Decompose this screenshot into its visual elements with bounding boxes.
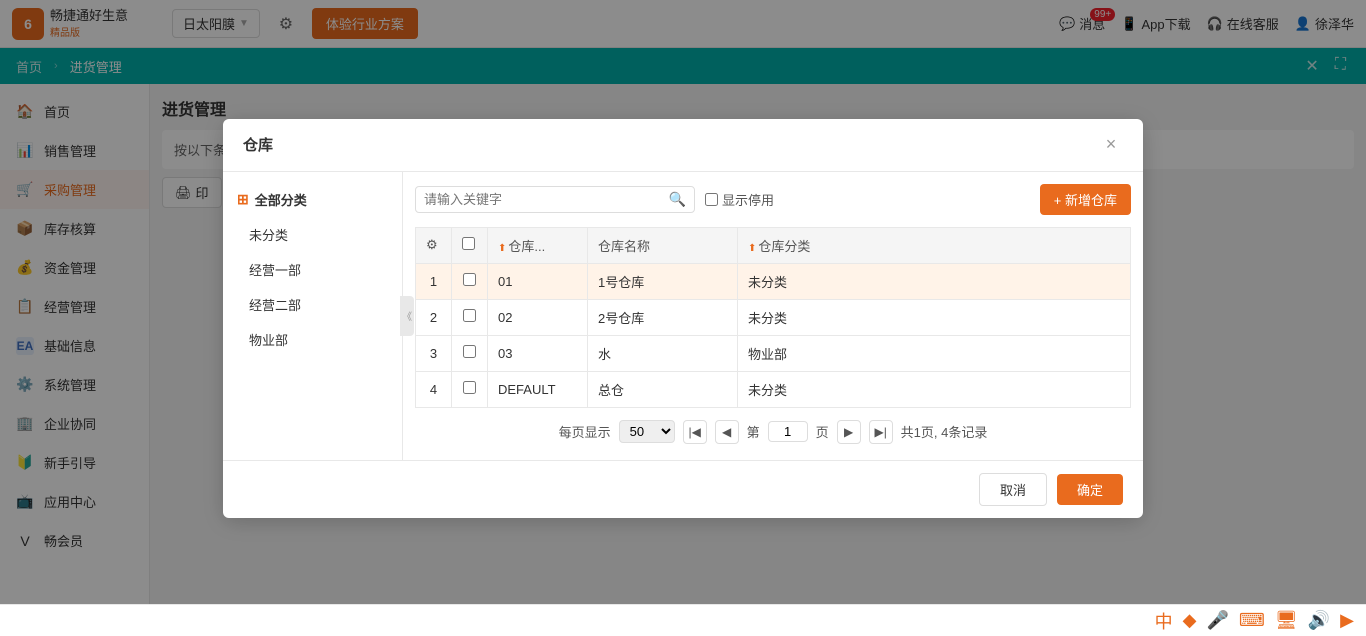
page-last-button[interactable]: ▶| bbox=[869, 420, 893, 444]
table-body: 1 01 1号仓库 未分类 2 02 2号仓库 bbox=[416, 263, 1131, 407]
sort-icon-cat: ⬆ bbox=[748, 243, 756, 254]
row-checkbox[interactable] bbox=[452, 335, 488, 371]
cancel-button[interactable]: 取消 bbox=[979, 473, 1047, 506]
pagination-bar: 每页显示 50 20 100 |◀ ◀ 第 页 ▶ ▶| 共1页, 4条记录 bbox=[415, 408, 1131, 448]
category-item-unclassified[interactable]: 未分类 bbox=[223, 217, 402, 252]
add-warehouse-button[interactable]: + 新增仓库 bbox=[1040, 184, 1131, 215]
row-category: 未分类 bbox=[738, 263, 1131, 299]
category-item-property[interactable]: 物业部 bbox=[223, 322, 402, 357]
row-code: DEFAULT bbox=[488, 371, 588, 407]
page-first-button[interactable]: |◀ bbox=[683, 420, 707, 444]
row-name: 1号仓库 bbox=[588, 263, 738, 299]
status-icon-volume[interactable]: 🔊 bbox=[1308, 610, 1330, 631]
page-unit: 页 bbox=[816, 422, 829, 441]
row-num: 3 bbox=[416, 335, 452, 371]
table-toolbar: 🔍 显示停用 + 新增仓库 bbox=[415, 184, 1131, 215]
category-header-label: 全部分类 bbox=[255, 190, 307, 209]
row-category: 物业部 bbox=[738, 335, 1131, 371]
dialog-close-button[interactable]: × bbox=[1099, 133, 1123, 157]
table-panel: 🔍 显示停用 + 新增仓库 ⚙ bbox=[403, 172, 1143, 460]
table-row[interactable]: 1 01 1号仓库 未分类 bbox=[416, 263, 1131, 299]
status-icon-keyboard[interactable]: ⌨ bbox=[1239, 610, 1265, 631]
row-name: 2号仓库 bbox=[588, 299, 738, 335]
category-collapse-button[interactable]: 《 bbox=[400, 296, 414, 336]
row-name: 总仓 bbox=[588, 371, 738, 407]
status-icon-diamond[interactable]: ◆ bbox=[1183, 610, 1197, 631]
page-next-button[interactable]: ▶ bbox=[837, 420, 861, 444]
select-all-checkbox[interactable] bbox=[462, 237, 475, 250]
row-category: 未分类 bbox=[738, 299, 1131, 335]
dialog-title: 仓库 bbox=[243, 134, 273, 155]
show-disabled-checkbox[interactable] bbox=[705, 193, 718, 206]
category-item-dept2[interactable]: 经营二部 bbox=[223, 287, 402, 322]
search-box: 🔍 bbox=[415, 186, 695, 213]
status-icon-zhong[interactable]: 中 bbox=[1155, 608, 1173, 634]
table-row[interactable]: 3 03 水 物业部 bbox=[416, 335, 1131, 371]
dialog-header: 仓库 × bbox=[223, 119, 1143, 172]
table-header-row: ⚙ ⬆仓库... 仓库名称 ⬆仓库分类 bbox=[416, 227, 1131, 263]
page-prev-button[interactable]: ◀ bbox=[715, 420, 739, 444]
row-checkbox[interactable] bbox=[452, 263, 488, 299]
table-row[interactable]: 2 02 2号仓库 未分类 bbox=[416, 299, 1131, 335]
confirm-button[interactable]: 确定 bbox=[1057, 474, 1123, 505]
show-disabled-label[interactable]: 显示停用 bbox=[705, 190, 774, 209]
category-header[interactable]: ⊞ 全部分类 bbox=[223, 182, 402, 217]
table-head: ⚙ ⬆仓库... 仓库名称 ⬆仓库分类 bbox=[416, 227, 1131, 263]
category-grid-icon: ⊞ bbox=[237, 191, 249, 208]
search-icon[interactable]: 🔍 bbox=[669, 191, 686, 208]
th-category: ⬆仓库分类 bbox=[738, 227, 1131, 263]
table-container: ⚙ ⬆仓库... 仓库名称 ⬆仓库分类 bbox=[415, 227, 1131, 408]
warehouse-dialog: 仓库 × ⊞ 全部分类 未分类 经营一部 经营二部 物业部 《 bbox=[223, 119, 1143, 518]
per-page-select[interactable]: 50 20 100 bbox=[619, 420, 675, 443]
row-name: 水 bbox=[588, 335, 738, 371]
row-checkbox[interactable] bbox=[452, 371, 488, 407]
row-checkbox[interactable] bbox=[452, 299, 488, 335]
page-label: 第 bbox=[747, 422, 760, 441]
row-code: 03 bbox=[488, 335, 588, 371]
warehouse-table: ⚙ ⬆仓库... 仓库名称 ⬆仓库分类 bbox=[415, 227, 1131, 408]
page-input[interactable] bbox=[768, 421, 808, 442]
th-code: ⬆仓库... bbox=[488, 227, 588, 263]
total-info: 共1页, 4条记录 bbox=[901, 422, 988, 441]
table-row[interactable]: 4 DEFAULT 总仓 未分类 bbox=[416, 371, 1131, 407]
category-item-dept1[interactable]: 经营一部 bbox=[223, 252, 402, 287]
per-page-label: 每页显示 bbox=[559, 422, 611, 441]
status-icon-monitor[interactable]: 🖥 bbox=[1275, 610, 1298, 631]
row-code: 01 bbox=[488, 263, 588, 299]
status-icon-play[interactable]: ▶ bbox=[1340, 610, 1354, 631]
category-panel: ⊞ 全部分类 未分类 经营一部 经营二部 物业部 《 bbox=[223, 172, 403, 460]
status-bar: 中 ◆ 🎤 ⌨ 🖥 🔊 ▶ bbox=[0, 604, 1366, 636]
th-name: 仓库名称 bbox=[588, 227, 738, 263]
overlay: 仓库 × ⊞ 全部分类 未分类 经营一部 经营二部 物业部 《 bbox=[0, 0, 1366, 636]
search-input[interactable] bbox=[424, 192, 669, 207]
sort-icon-code: ⬆ bbox=[498, 243, 506, 254]
dialog-footer: 取消 确定 bbox=[223, 460, 1143, 518]
row-num: 2 bbox=[416, 299, 452, 335]
row-code: 02 bbox=[488, 299, 588, 335]
row-num: 4 bbox=[416, 371, 452, 407]
row-num: 1 bbox=[416, 263, 452, 299]
dialog-body: ⊞ 全部分类 未分类 经营一部 经营二部 物业部 《 🔍 bbox=[223, 172, 1143, 460]
th-settings: ⚙ bbox=[416, 227, 452, 263]
th-checkbox bbox=[452, 227, 488, 263]
row-category: 未分类 bbox=[738, 371, 1131, 407]
status-icon-mic[interactable]: 🎤 bbox=[1206, 610, 1228, 631]
